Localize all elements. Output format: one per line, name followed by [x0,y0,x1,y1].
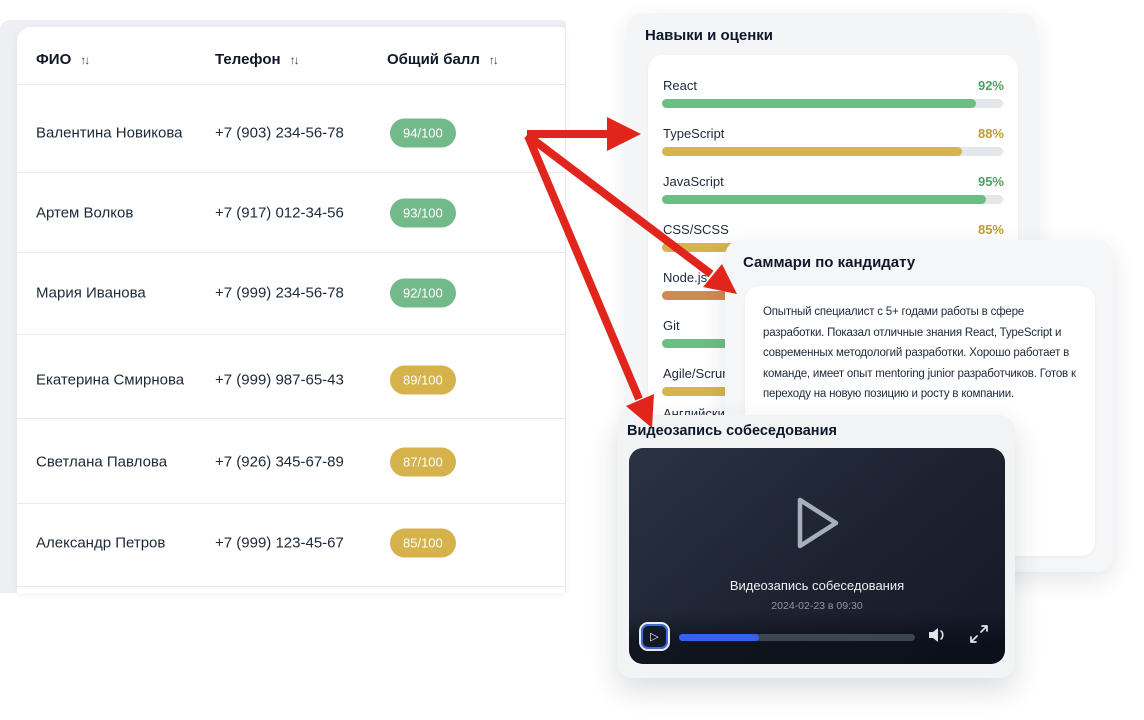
video-player[interactable]: Видеозапись собеседования 2024-02-23 в 0… [629,448,1005,664]
skill-label: Node.js [663,270,708,285]
score-badge: 92/100 [390,278,456,308]
column-header-fio-label: ФИО [36,51,72,68]
candidate-name-cell: Светлана Павлова [36,453,168,471]
video-progress-fill [679,634,760,641]
candidate-name-cell: Александр Петров [36,534,166,552]
candidate-name-cell: Валентина Новикова [36,124,183,142]
skill-percent-value: 92% [977,78,1004,93]
skill-progress-fill [662,147,963,156]
skill-label: Git [663,318,680,333]
row-divider [17,334,565,335]
candidate-name-cell: Артем Волков [36,204,134,222]
table-row[interactable]: Артем Волков +7 (917) 012-34-56 93/100 [17,173,565,253]
summary-panel-title: Саммари по кандидату [743,254,916,271]
skill-progress-track [662,195,1003,204]
skill-progress-track [662,147,1003,156]
sort-icon[interactable]: ↑↓ [290,53,300,67]
volume-icon[interactable] [928,627,948,643]
score-badge: 93/100 [390,198,456,228]
skill-percent-value: 95% [977,174,1004,189]
video-overlay-datetime: 2024-02-23 в 09:30 [771,600,863,612]
candidate-phone-cell: +7 (903) 234-56-78 [215,124,344,142]
row-divider [17,172,565,173]
candidate-phone-cell: +7 (999) 234-56-78 [215,284,344,302]
column-header-phone[interactable]: Телефон ↑↓ [215,51,300,68]
video-panel-title: Видеозапись собеседования [627,423,837,439]
score-badge: 94/100 [390,118,456,148]
sort-icon[interactable]: ↑↓ [80,53,90,67]
screenshot-stage: { "table": { "columns": [ { "label": "ФИ… [0,0,1144,720]
skill-label: Agile/Scrum [663,366,734,381]
skill-progress-fill [662,195,986,204]
candidate-name-cell: Мария Иванова [36,284,146,302]
column-header-phone-label: Телефон [215,51,281,68]
skill-label: React [663,78,697,93]
video-panel: Видеозапись собеседования Видеозапись со… [617,415,1015,678]
summary-paragraph: Опытный специалист с 5+ годами работы в … [763,306,1076,400]
row-divider [17,586,565,587]
table-row[interactable]: Мария Иванова +7 (999) 234-56-78 92/100 [17,253,565,333]
skill-label: CSS/SCSS [663,222,729,237]
candidates-table: ФИО ↑↓ Телефон ↑↓ Общий балл ↑↓ Валентин… [17,27,565,593]
score-badge: 85/100 [390,528,456,558]
row-divider [17,252,565,253]
candidate-name-cell: Екатерина Смирнова [36,371,185,389]
table-row[interactable]: Александр Петров +7 (999) 123-45-67 85/100 [17,503,565,583]
fullscreen-icon[interactable] [969,624,989,644]
sort-icon[interactable]: ↑↓ [489,53,499,67]
candidate-phone-cell: +7 (999) 987-65-43 [215,371,344,389]
skill-percent-value: 88% [977,126,1004,141]
skill-label: TypeScript [663,126,725,141]
video-progress-bar[interactable] [679,634,915,641]
column-header-score[interactable]: Общий балл ↑↓ [387,51,499,68]
candidate-phone-cell: +7 (926) 345-67-89 [215,453,344,471]
row-divider [17,84,565,85]
skill-label: JavaScript [663,174,724,189]
score-badge: 87/100 [390,447,456,477]
candidate-phone-cell: +7 (999) 123-45-67 [215,534,344,552]
skill-percent-value: 85% [977,222,1004,237]
column-header-fio[interactable]: ФИО ↑↓ [36,51,90,68]
video-overlay-title: Видеозапись собеседования [729,578,905,593]
table-row[interactable]: Екатерина Смирнова +7 (999) 987-65-43 89/1… [17,340,565,420]
table-header-row: ФИО ↑↓ Телефон ↑↓ Общий балл ↑↓ [17,27,565,84]
column-header-score-label: Общий балл [387,51,480,68]
skill-progress-fill [662,99,976,108]
skill-progress-track [662,99,1003,108]
score-badge: 89/100 [390,365,456,395]
row-divider [17,418,565,419]
candidate-phone-cell: +7 (917) 012-34-56 [215,204,344,222]
row-divider [17,503,565,504]
table-row[interactable]: Валентина Новикова +7 (903) 234-56-78 94/1… [17,93,565,173]
play-icon[interactable] [792,494,842,552]
play-button[interactable]: ▷ [639,622,670,651]
skills-panel-title: Навыки и оценки [645,27,774,44]
table-row[interactable]: Светлана Павлова +7 (926) 345-67-89 87/100 [17,422,565,502]
